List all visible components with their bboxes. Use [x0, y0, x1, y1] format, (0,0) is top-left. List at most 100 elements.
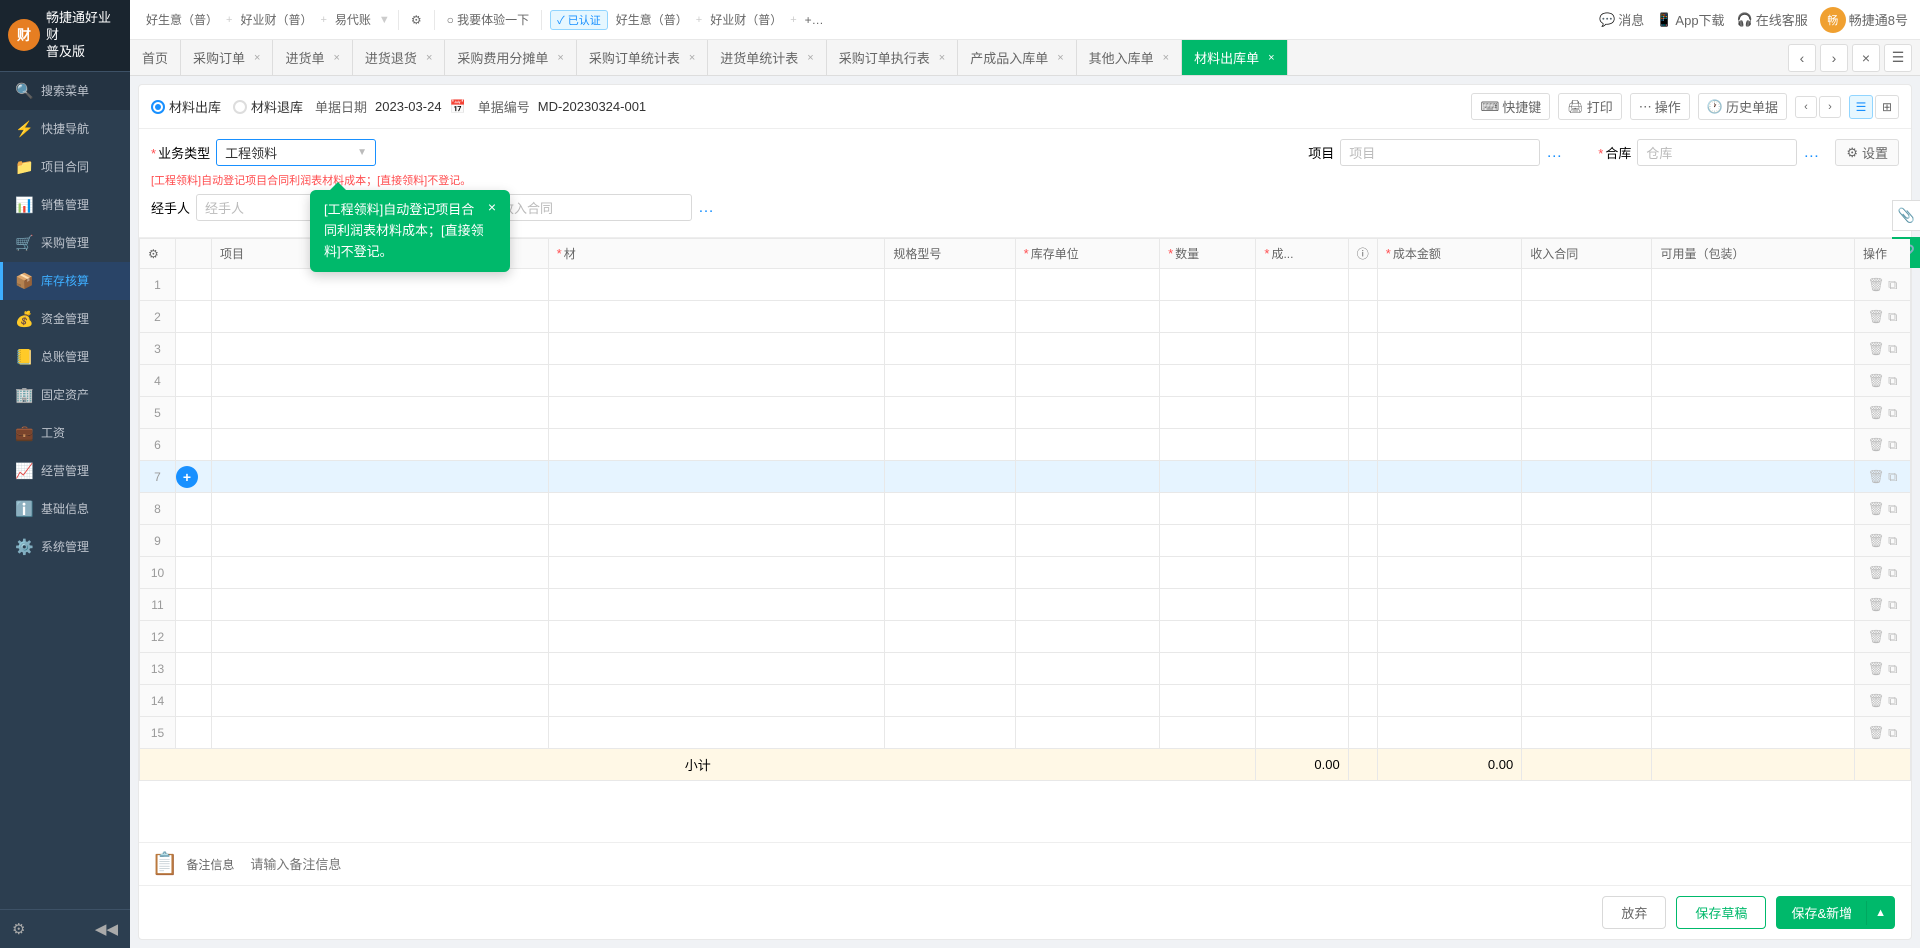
tab-goods-receipt[interactable]: 进货单 × [273, 40, 352, 76]
cell-unit[interactable] [1015, 365, 1159, 397]
income-contract-more-btn[interactable]: … [698, 199, 714, 217]
tab-purchase-expenses[interactable]: 采购费用分摊单 × [445, 40, 576, 76]
user-avatar[interactable]: 畅 畅捷通8号 [1820, 7, 1908, 33]
cell-spec[interactable] [885, 397, 1015, 429]
cell-project[interactable] [212, 461, 549, 493]
copy-row-icon[interactable]: ⧉ [1888, 277, 1897, 293]
cell-cost-price[interactable] [1256, 461, 1348, 493]
sidebar-item-salary[interactable]: 💼 工资 [0, 414, 130, 452]
cell-cost-amount[interactable] [1377, 653, 1521, 685]
cell-available-qty[interactable] [1652, 685, 1855, 717]
tab-menu-btn[interactable]: ☰ [1884, 44, 1912, 72]
cell-material[interactable] [548, 269, 885, 301]
copy-row-icon[interactable]: ⧉ [1888, 341, 1897, 357]
cell-qty[interactable] [1160, 493, 1256, 525]
rp-attachment-icon[interactable]: 📎 [1892, 200, 1920, 231]
cell-cost-amount[interactable] [1377, 525, 1521, 557]
copy-row-icon[interactable]: ⧉ [1888, 373, 1897, 389]
cell-material[interactable] [548, 333, 885, 365]
tab-other-inbound[interactable]: 其他入库单 × [1077, 40, 1182, 76]
cell-qty[interactable] [1160, 333, 1256, 365]
cell-project[interactable] [212, 525, 549, 557]
copy-row-icon[interactable]: ⧉ [1888, 501, 1897, 517]
cell-cost-info[interactable] [1348, 589, 1377, 621]
cell-income-contract[interactable] [1522, 301, 1652, 333]
toplink-haoshengyi2[interactable]: 好生意（普） [612, 9, 692, 30]
cell-available-qty[interactable] [1652, 333, 1855, 365]
cell-qty[interactable] [1160, 461, 1256, 493]
cell-income-contract[interactable] [1522, 589, 1652, 621]
toplink-experience[interactable]: ○ 我要体验一下 [443, 9, 534, 30]
cell-cost-price[interactable] [1256, 493, 1348, 525]
cell-cost-amount[interactable] [1377, 365, 1521, 397]
cell-unit[interactable] [1015, 429, 1159, 461]
radio-outbound[interactable]: 材料出库 [151, 97, 221, 116]
copy-row-icon[interactable]: ⧉ [1888, 661, 1897, 677]
sidebar-item-purchase[interactable]: 🛒 采购管理 [0, 224, 130, 262]
close-tab-btn[interactable]: × [1852, 44, 1880, 72]
cell-income-contract[interactable] [1522, 717, 1652, 749]
cell-spec[interactable] [885, 269, 1015, 301]
save-new-button[interactable]: 保存&新增 ▲ [1776, 896, 1895, 929]
settings-btn[interactable]: ⚙ 设置 [1835, 139, 1899, 166]
tab-close-goods-return[interactable]: × [426, 52, 432, 64]
cell-cost-price[interactable] [1256, 621, 1348, 653]
cell-income-contract[interactable] [1522, 685, 1652, 717]
tab-material-outbound[interactable]: 材料出库单 × [1182, 40, 1287, 76]
cell-unit[interactable] [1015, 717, 1159, 749]
cell-cost-info[interactable] [1348, 493, 1377, 525]
cell-income-contract[interactable] [1522, 621, 1652, 653]
cell-qty[interactable] [1160, 525, 1256, 557]
cell-project[interactable] [212, 685, 549, 717]
cell-income-contract[interactable] [1522, 653, 1652, 685]
cell-spec[interactable] [885, 525, 1015, 557]
cell-cost-amount[interactable] [1377, 397, 1521, 429]
delete-row-icon[interactable]: 🗑 [1868, 341, 1885, 357]
settings-icon[interactable]: ⚙ [12, 920, 25, 938]
cell-unit[interactable] [1015, 461, 1159, 493]
cell-material[interactable] [548, 621, 885, 653]
delete-row-icon[interactable]: 🗑 [1868, 277, 1885, 293]
next-doc-btn[interactable]: › [1819, 96, 1841, 118]
copy-row-icon[interactable]: ⧉ [1888, 437, 1897, 453]
cell-cost-info[interactable] [1348, 397, 1377, 429]
toplink-haoshengyi[interactable]: 好生意（普） [142, 9, 222, 30]
cell-income-contract[interactable] [1522, 461, 1652, 493]
cell-project[interactable] [212, 429, 549, 461]
grid-view-btn[interactable]: ⊞ [1875, 95, 1899, 119]
cell-income-contract[interactable] [1522, 557, 1652, 589]
tab-goods-return[interactable]: 进货退货 × [353, 40, 445, 76]
cell-cost-price[interactable] [1256, 653, 1348, 685]
cell-spec[interactable] [885, 653, 1015, 685]
sidebar-item-finance[interactable]: 💰 资金管理 [0, 300, 130, 338]
cell-available-qty[interactable] [1652, 429, 1855, 461]
tab-close-finished-goods[interactable]: × [1057, 52, 1063, 64]
cell-unit[interactable] [1015, 269, 1159, 301]
cell-qty[interactable] [1160, 685, 1256, 717]
delete-row-icon[interactable]: 🗑 [1868, 565, 1885, 581]
cell-cost-info[interactable] [1348, 333, 1377, 365]
cell-cost-info[interactable] [1348, 269, 1377, 301]
cell-project[interactable] [212, 365, 549, 397]
cell-unit[interactable] [1015, 301, 1159, 333]
delete-row-icon[interactable]: 🗑 [1868, 661, 1885, 677]
cell-spec[interactable] [885, 621, 1015, 653]
biz-type-select[interactable]: 工程领料 ▼ [216, 139, 376, 166]
radio-return[interactable]: 材料退库 [233, 97, 303, 116]
cell-material[interactable] [548, 525, 885, 557]
add-row-btn[interactable]: + [176, 466, 198, 488]
tab-close-goods-stats[interactable]: × [807, 52, 813, 64]
tab-next-btn[interactable]: › [1820, 44, 1848, 72]
save-draft-button[interactable]: 保存草稿 [1676, 896, 1766, 929]
cell-unit[interactable] [1015, 557, 1159, 589]
copy-row-icon[interactable]: ⧉ [1888, 533, 1897, 549]
cell-cost-info[interactable] [1348, 461, 1377, 493]
cell-cost-price[interactable] [1256, 333, 1348, 365]
cell-cost-info[interactable] [1348, 621, 1377, 653]
tab-purchase-stats[interactable]: 采购订单统计表 × [577, 40, 708, 76]
cell-material[interactable] [548, 301, 885, 333]
prev-doc-btn[interactable]: ‹ [1795, 96, 1817, 118]
collapse-icon[interactable]: ◀◀ [95, 920, 118, 938]
cell-unit[interactable] [1015, 685, 1159, 717]
cell-cost-amount[interactable] [1377, 269, 1521, 301]
